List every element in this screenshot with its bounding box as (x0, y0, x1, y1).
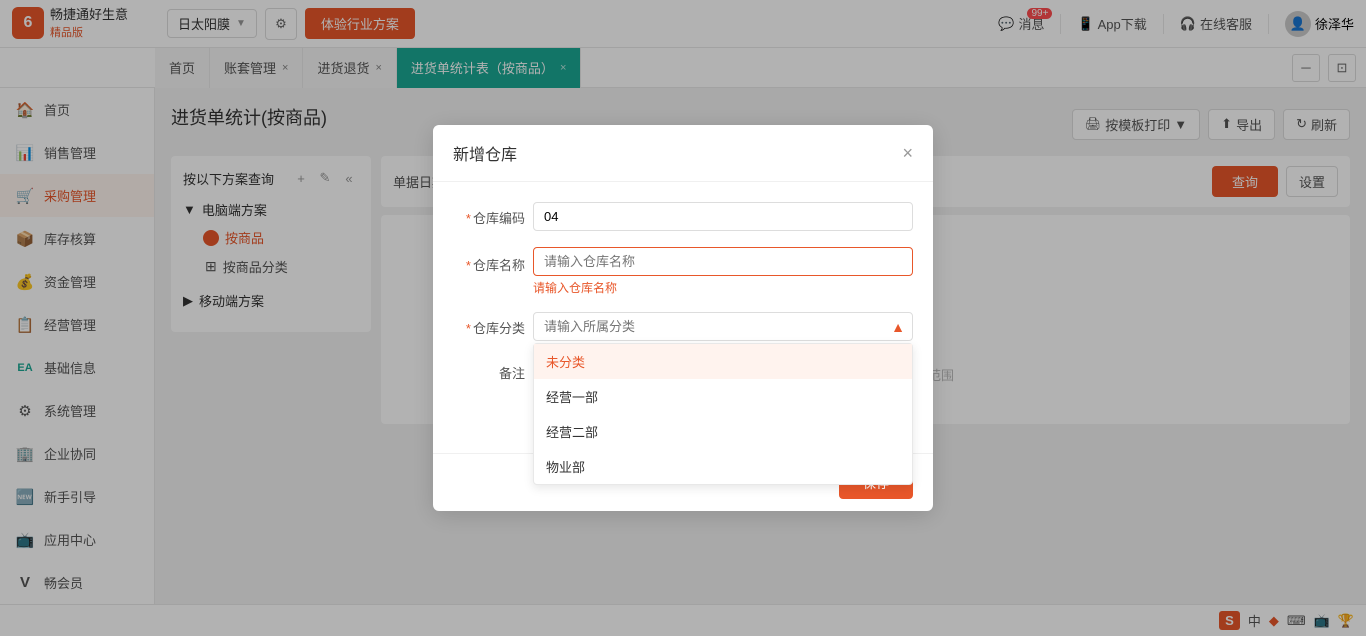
dropdown-item-dept2-label: 经营二部 (546, 425, 598, 440)
dropdown-item-dept3-label: 物业部 (546, 460, 585, 475)
modal-close-button[interactable]: × (902, 143, 913, 164)
dropdown-item-uncategorized[interactable]: 未分类 (534, 344, 912, 379)
form-row-name-inner: 仓库名称 (453, 247, 913, 276)
form-row-name: 仓库名称 请输入仓库名称 (453, 247, 913, 296)
dropdown-item-dept3[interactable]: 物业部 (534, 449, 912, 484)
name-error-wrap: 请输入仓库名称 (453, 276, 617, 296)
category-label: 仓库分类 (453, 312, 533, 337)
modal-header: 新增仓库 × (433, 125, 933, 182)
name-input[interactable] (533, 247, 913, 276)
modal-title: 新增仓库 (453, 141, 517, 165)
dropdown-item-dept1[interactable]: 经营一部 (534, 379, 912, 414)
name-error-msg: 请输入仓库名称 (533, 279, 617, 296)
dropdown-item-dept2[interactable]: 经营二部 (534, 414, 912, 449)
category-arrow-icon[interactable]: ▲ (891, 319, 905, 335)
name-label: 仓库名称 (453, 249, 533, 274)
category-dropdown: 未分类 经营一部 经营二部 物业部 (533, 343, 913, 485)
code-input[interactable] (533, 202, 913, 231)
dropdown-item-dept1-label: 经营一部 (546, 390, 598, 405)
category-select-wrap: ▲ 未分类 经营一部 经营二部 物业部 (533, 312, 913, 341)
form-row-category: 仓库分类 ▲ 未分类 经营一部 经营二部 (453, 312, 913, 341)
note-label: 备注 (453, 357, 533, 382)
code-label: 仓库编码 (453, 202, 533, 227)
modal-overlay: 新增仓库 × 仓库编码 仓库名称 请输入仓库名称 仓库分类 (0, 0, 1366, 636)
form-row-code: 仓库编码 (453, 202, 913, 231)
category-input[interactable] (533, 312, 913, 341)
modal-body: 仓库编码 仓库名称 请输入仓库名称 仓库分类 ▲ (433, 182, 933, 453)
dropdown-item-uncategorized-label: 未分类 (546, 355, 585, 370)
add-warehouse-modal: 新增仓库 × 仓库编码 仓库名称 请输入仓库名称 仓库分类 (433, 125, 933, 511)
